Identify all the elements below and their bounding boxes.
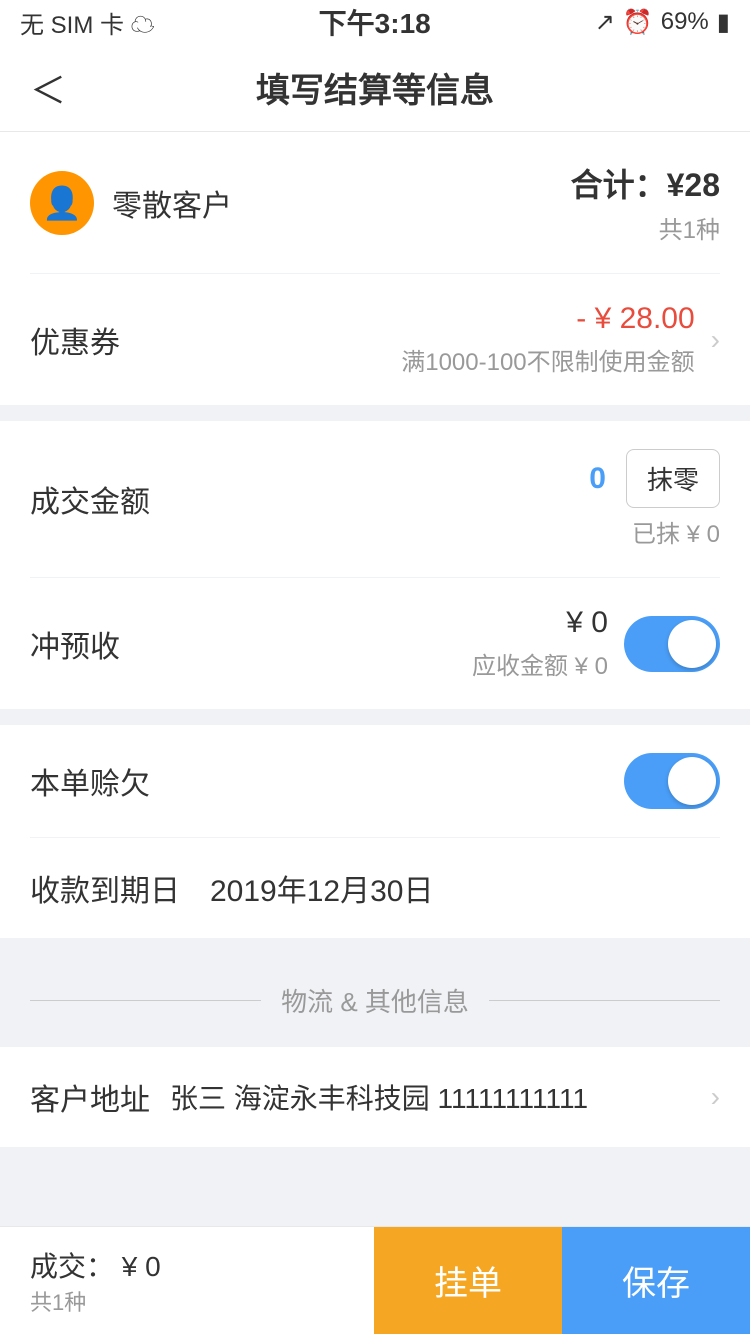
transaction-section: 成交金额 0 抹零 已抹 ¥ 0 冲预收 ¥ 0 应收金额 ¥ 0: [0, 421, 750, 709]
coupon-row[interactable]: 优惠券 - ¥ 28.00 满1000-100不限制使用金额 ›: [0, 274, 750, 405]
customer-left: 👤 零散客户: [30, 171, 232, 235]
debt-right: [624, 753, 720, 809]
coupon-desc: 满1000-100不限制使用金额: [401, 342, 694, 377]
address-value: 张三 海淀永丰科技园 11111111111: [170, 1077, 711, 1117]
status-right: ↗ ⏰ 69% ▮: [595, 8, 730, 37]
debt-section: 本单赊欠 收款到期日 2019年12月30日: [0, 725, 750, 938]
debt-label: 本单赊欠: [30, 759, 150, 803]
nav-bar: ＜ 填写结算等信息: [0, 44, 750, 132]
address-section: 客户地址 张三 海淀永丰科技园 11111111111 ›: [0, 1047, 750, 1147]
address-label: 客户地址: [30, 1075, 150, 1119]
due-date-value: 2019年12月30日: [210, 866, 433, 910]
bottom-amount: ¥ 0: [122, 1251, 161, 1282]
total-amount: 合计：¥28: [571, 160, 720, 206]
coupon-label: 优惠券: [30, 318, 120, 362]
customer-right: 合计：¥28 共1种: [571, 160, 720, 245]
content: 👤 零散客户 合计：¥28 共1种 优惠券 - ¥ 28.00 满1000-10…: [0, 132, 750, 1283]
coupon-right: - ¥ 28.00 满1000-100不限制使用金额 ›: [401, 302, 720, 377]
prepay-row: 冲预收 ¥ 0 应收金额 ¥ 0: [0, 578, 750, 709]
bottom-transaction-label: 成交：: [30, 1251, 114, 1282]
address-row[interactable]: 客户地址 张三 海淀永丰科技园 11111111111 ›: [0, 1047, 750, 1147]
alarm-icon: ⏰: [623, 8, 653, 37]
logistics-line-right: [489, 1000, 720, 1001]
customer-row: 👤 零散客户 合计：¥28 共1种: [0, 132, 750, 273]
status-bar: 无 SIM 卡 ☁ 下午3:18 ↗ ⏰ 69% ▮: [0, 0, 750, 44]
save-button[interactable]: 保存: [562, 1227, 750, 1334]
customer-section: 👤 零散客户 合计：¥28 共1种 优惠券 - ¥ 28.00 满1000-10…: [0, 132, 750, 405]
transaction-value[interactable]: 0: [589, 462, 606, 496]
prepay-toggle[interactable]: [624, 616, 720, 672]
rounded-desc: 已抹 ¥ 0: [589, 514, 720, 549]
battery-icon: ▮: [717, 8, 730, 37]
coupon-amount: - ¥ 28.00: [401, 302, 694, 336]
sim-label: 无 SIM 卡 ☁: [20, 5, 155, 40]
logistics-separator: 物流 & 其他信息: [0, 954, 750, 1047]
prepay-label: 冲预收: [30, 622, 120, 666]
due-date-label: 收款到期日: [30, 866, 180, 910]
bottom-info: 成交： ¥ 0 共1种: [0, 1245, 374, 1317]
bottom-bar: 成交： ¥ 0 共1种 挂单 保存: [0, 1226, 750, 1334]
bottom-transaction-line: 成交： ¥ 0: [30, 1245, 344, 1285]
transaction-label: 成交金额: [30, 477, 150, 521]
battery-label: 69%: [661, 8, 709, 36]
address-chevron-icon: ›: [711, 1081, 720, 1113]
avatar: 👤: [30, 171, 94, 235]
transaction-right: 0 抹零 已抹 ¥ 0: [589, 449, 720, 549]
bottom-count: 共1种: [30, 1285, 344, 1317]
logistics-line-left: [30, 1000, 261, 1001]
status-left: 无 SIM 卡 ☁: [20, 5, 155, 40]
location-icon: ↗: [595, 8, 615, 37]
prepay-desc: 应收金额 ¥ 0: [472, 646, 608, 681]
transaction-row: 成交金额 0 抹零 已抹 ¥ 0: [0, 421, 750, 577]
amount-input-area: 0 抹零: [589, 449, 720, 508]
debt-toggle[interactable]: [624, 753, 720, 809]
due-date-row: 收款到期日 2019年12月30日: [0, 838, 750, 938]
hold-button[interactable]: 挂单: [374, 1227, 562, 1334]
logistics-label-text: 物流 & 其他信息: [281, 982, 469, 1019]
status-time: 下午3:18: [319, 2, 431, 42]
round-button[interactable]: 抹零: [626, 449, 720, 508]
page-title: 填写结算等信息: [256, 63, 494, 112]
debt-row: 本单赊欠: [0, 725, 750, 837]
prepay-amount: ¥ 0: [472, 606, 608, 640]
total-count: 共1种: [571, 210, 720, 245]
prepay-right: ¥ 0 应收金额 ¥ 0: [472, 606, 720, 681]
customer-name: 零散客户: [112, 181, 232, 225]
chevron-icon: ›: [711, 324, 720, 356]
avatar-icon: 👤: [42, 184, 82, 222]
back-button[interactable]: ＜: [30, 62, 66, 114]
